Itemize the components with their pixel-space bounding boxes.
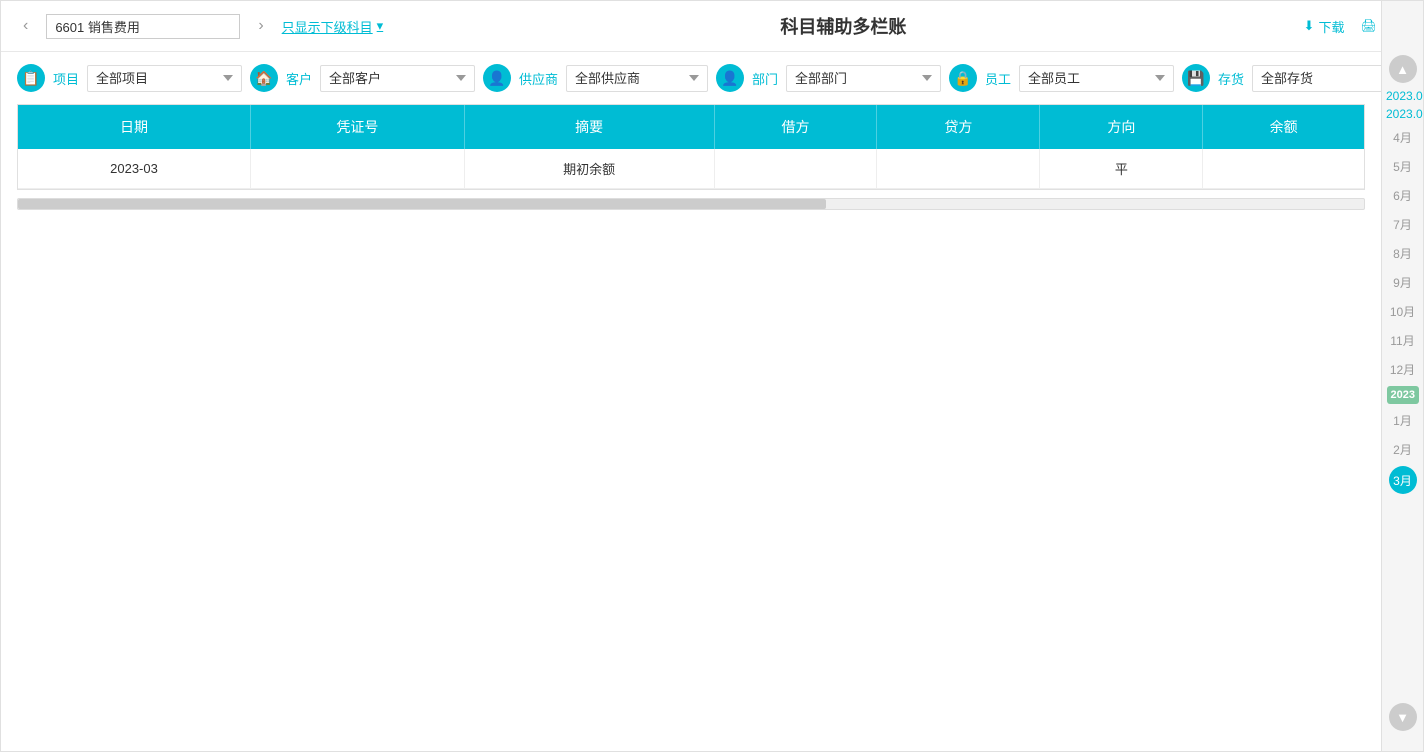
sidebar-down-button[interactable]: ▼ [1389, 703, 1417, 731]
cell-balance [1203, 149, 1364, 189]
supplier-select[interactable]: 全部供应商 [566, 65, 708, 92]
supplier-icon: 👤 [483, 64, 511, 92]
col-balance: 余额 [1203, 105, 1364, 149]
scrollbar-thumb[interactable] [18, 199, 826, 209]
right-sidebar: ▲ 2023.03 2023.03 4月5月6月7月8月9月10月11月12月 2… [1381, 1, 1423, 751]
employee-label: 员工 [985, 69, 1011, 88]
horizontal-scrollbar[interactable] [17, 198, 1365, 210]
customer-label: 客户 [286, 69, 312, 88]
sidebar-month-item[interactable]: 7月 [1387, 210, 1419, 239]
filter-inventory: 💾 存货 全部存货 [1182, 64, 1407, 92]
download-button[interactable]: ⬇ 下载 [1304, 17, 1345, 36]
down-arrow-icon: ▼ [1396, 710, 1409, 725]
supplier-label: 供应商 [519, 69, 558, 88]
nav-next-button[interactable]: › [252, 15, 269, 37]
filter-supplier: 👤 供应商 全部供应商 [483, 64, 708, 92]
employee-icon: 🔒 [949, 64, 977, 92]
cell-direction: 平 [1040, 149, 1203, 189]
col-summary: 摘要 [464, 105, 714, 149]
department-label: 部门 [752, 69, 778, 88]
ledger-table: 日期 凭证号 摘要 借方 贷方 方向 余额 2023-03 期初余额 [18, 105, 1364, 189]
department-icon: 👤 [716, 64, 744, 92]
header: ‹ › 只显示下级科目 ▾ 科目辅助多栏账 ⬇ 下载 🖨 打印 [1, 1, 1423, 52]
cell-summary: 期初余额 [464, 149, 714, 189]
cell-voucher [251, 149, 465, 189]
cell-debit [714, 149, 877, 189]
inventory-label: 存货 [1218, 69, 1244, 88]
col-credit: 贷方 [877, 105, 1040, 149]
project-icon: 📋 [17, 64, 45, 92]
print-icon: 🖨 [1360, 18, 1377, 34]
dropdown-icon: ▾ [377, 18, 384, 34]
sidebar-months: 4月5月6月7月8月9月10月11月12月 2023 1月2月3月 [1387, 123, 1419, 496]
main-window: × ‹ › 只显示下级科目 ▾ 科目辅助多栏账 ⬇ 下载 🖨 打印 📋 项目 [0, 0, 1424, 752]
sidebar-month-item[interactable]: 4月 [1387, 123, 1419, 152]
filter-department: 👤 部门 全部部门 [716, 64, 941, 92]
sidebar-month-item[interactable]: 5月 [1387, 152, 1419, 181]
department-select[interactable]: 全部部门 [786, 65, 941, 92]
project-select[interactable]: 全部项目 [87, 65, 242, 92]
sidebar-month-item[interactable]: 8月 [1387, 239, 1419, 268]
sidebar-month-item[interactable]: 6月 [1387, 181, 1419, 210]
sidebar-month-item[interactable]: 3月 [1389, 466, 1417, 494]
sidebar-period-second[interactable]: 2023.03 [1382, 105, 1423, 123]
page-title: 科目辅助多栏账 [395, 13, 1291, 39]
cell-date: 2023-03 [18, 149, 251, 189]
sidebar-month-item[interactable]: 12月 [1387, 355, 1419, 384]
col-date: 日期 [18, 105, 251, 149]
sidebar-month-item[interactable]: 1月 [1387, 406, 1419, 435]
filter-customer: 🏠 客户 全部客户 [250, 64, 475, 92]
show-sub-button[interactable]: 只显示下级科目 ▾ [282, 17, 384, 36]
inventory-icon: 💾 [1182, 64, 1210, 92]
employee-select[interactable]: 全部员工 [1019, 65, 1174, 92]
sidebar-month-item[interactable]: 10月 [1387, 297, 1419, 326]
sidebar-period-top[interactable]: 2023.03 [1382, 87, 1423, 105]
table-container: 日期 凭证号 摘要 借方 贷方 方向 余额 2023-03 期初余额 [17, 104, 1365, 190]
col-voucher: 凭证号 [251, 105, 465, 149]
download-icon: ⬇ [1304, 18, 1315, 34]
nav-prev-button[interactable]: ‹ [17, 15, 34, 37]
sidebar-month-item[interactable]: 2023 [1387, 386, 1419, 404]
customer-icon: 🏠 [250, 64, 278, 92]
sidebar-month-item[interactable]: 11月 [1387, 326, 1419, 355]
filter-bar: 📋 项目 全部项目 🏠 客户 全部客户 👤 供应商 全部供应商 👤 部门 全 [1, 52, 1423, 104]
table-row: 2023-03 期初余额 平 [18, 149, 1364, 189]
sidebar-up-button[interactable]: ▲ [1389, 55, 1417, 83]
filter-employee: 🔒 员工 全部员工 [949, 64, 1174, 92]
sidebar-month-item[interactable]: 9月 [1387, 268, 1419, 297]
col-direction: 方向 [1040, 105, 1203, 149]
customer-select[interactable]: 全部客户 [320, 65, 475, 92]
sidebar-month-item[interactable]: 2月 [1387, 435, 1419, 464]
up-arrow-icon: ▲ [1396, 62, 1409, 77]
filter-project: 📋 项目 全部项目 [17, 64, 242, 92]
cell-credit [877, 149, 1040, 189]
project-label: 项目 [53, 69, 79, 88]
show-sub-label: 只显示下级科目 [282, 17, 373, 36]
col-debit: 借方 [714, 105, 877, 149]
account-code-input[interactable] [46, 14, 240, 39]
